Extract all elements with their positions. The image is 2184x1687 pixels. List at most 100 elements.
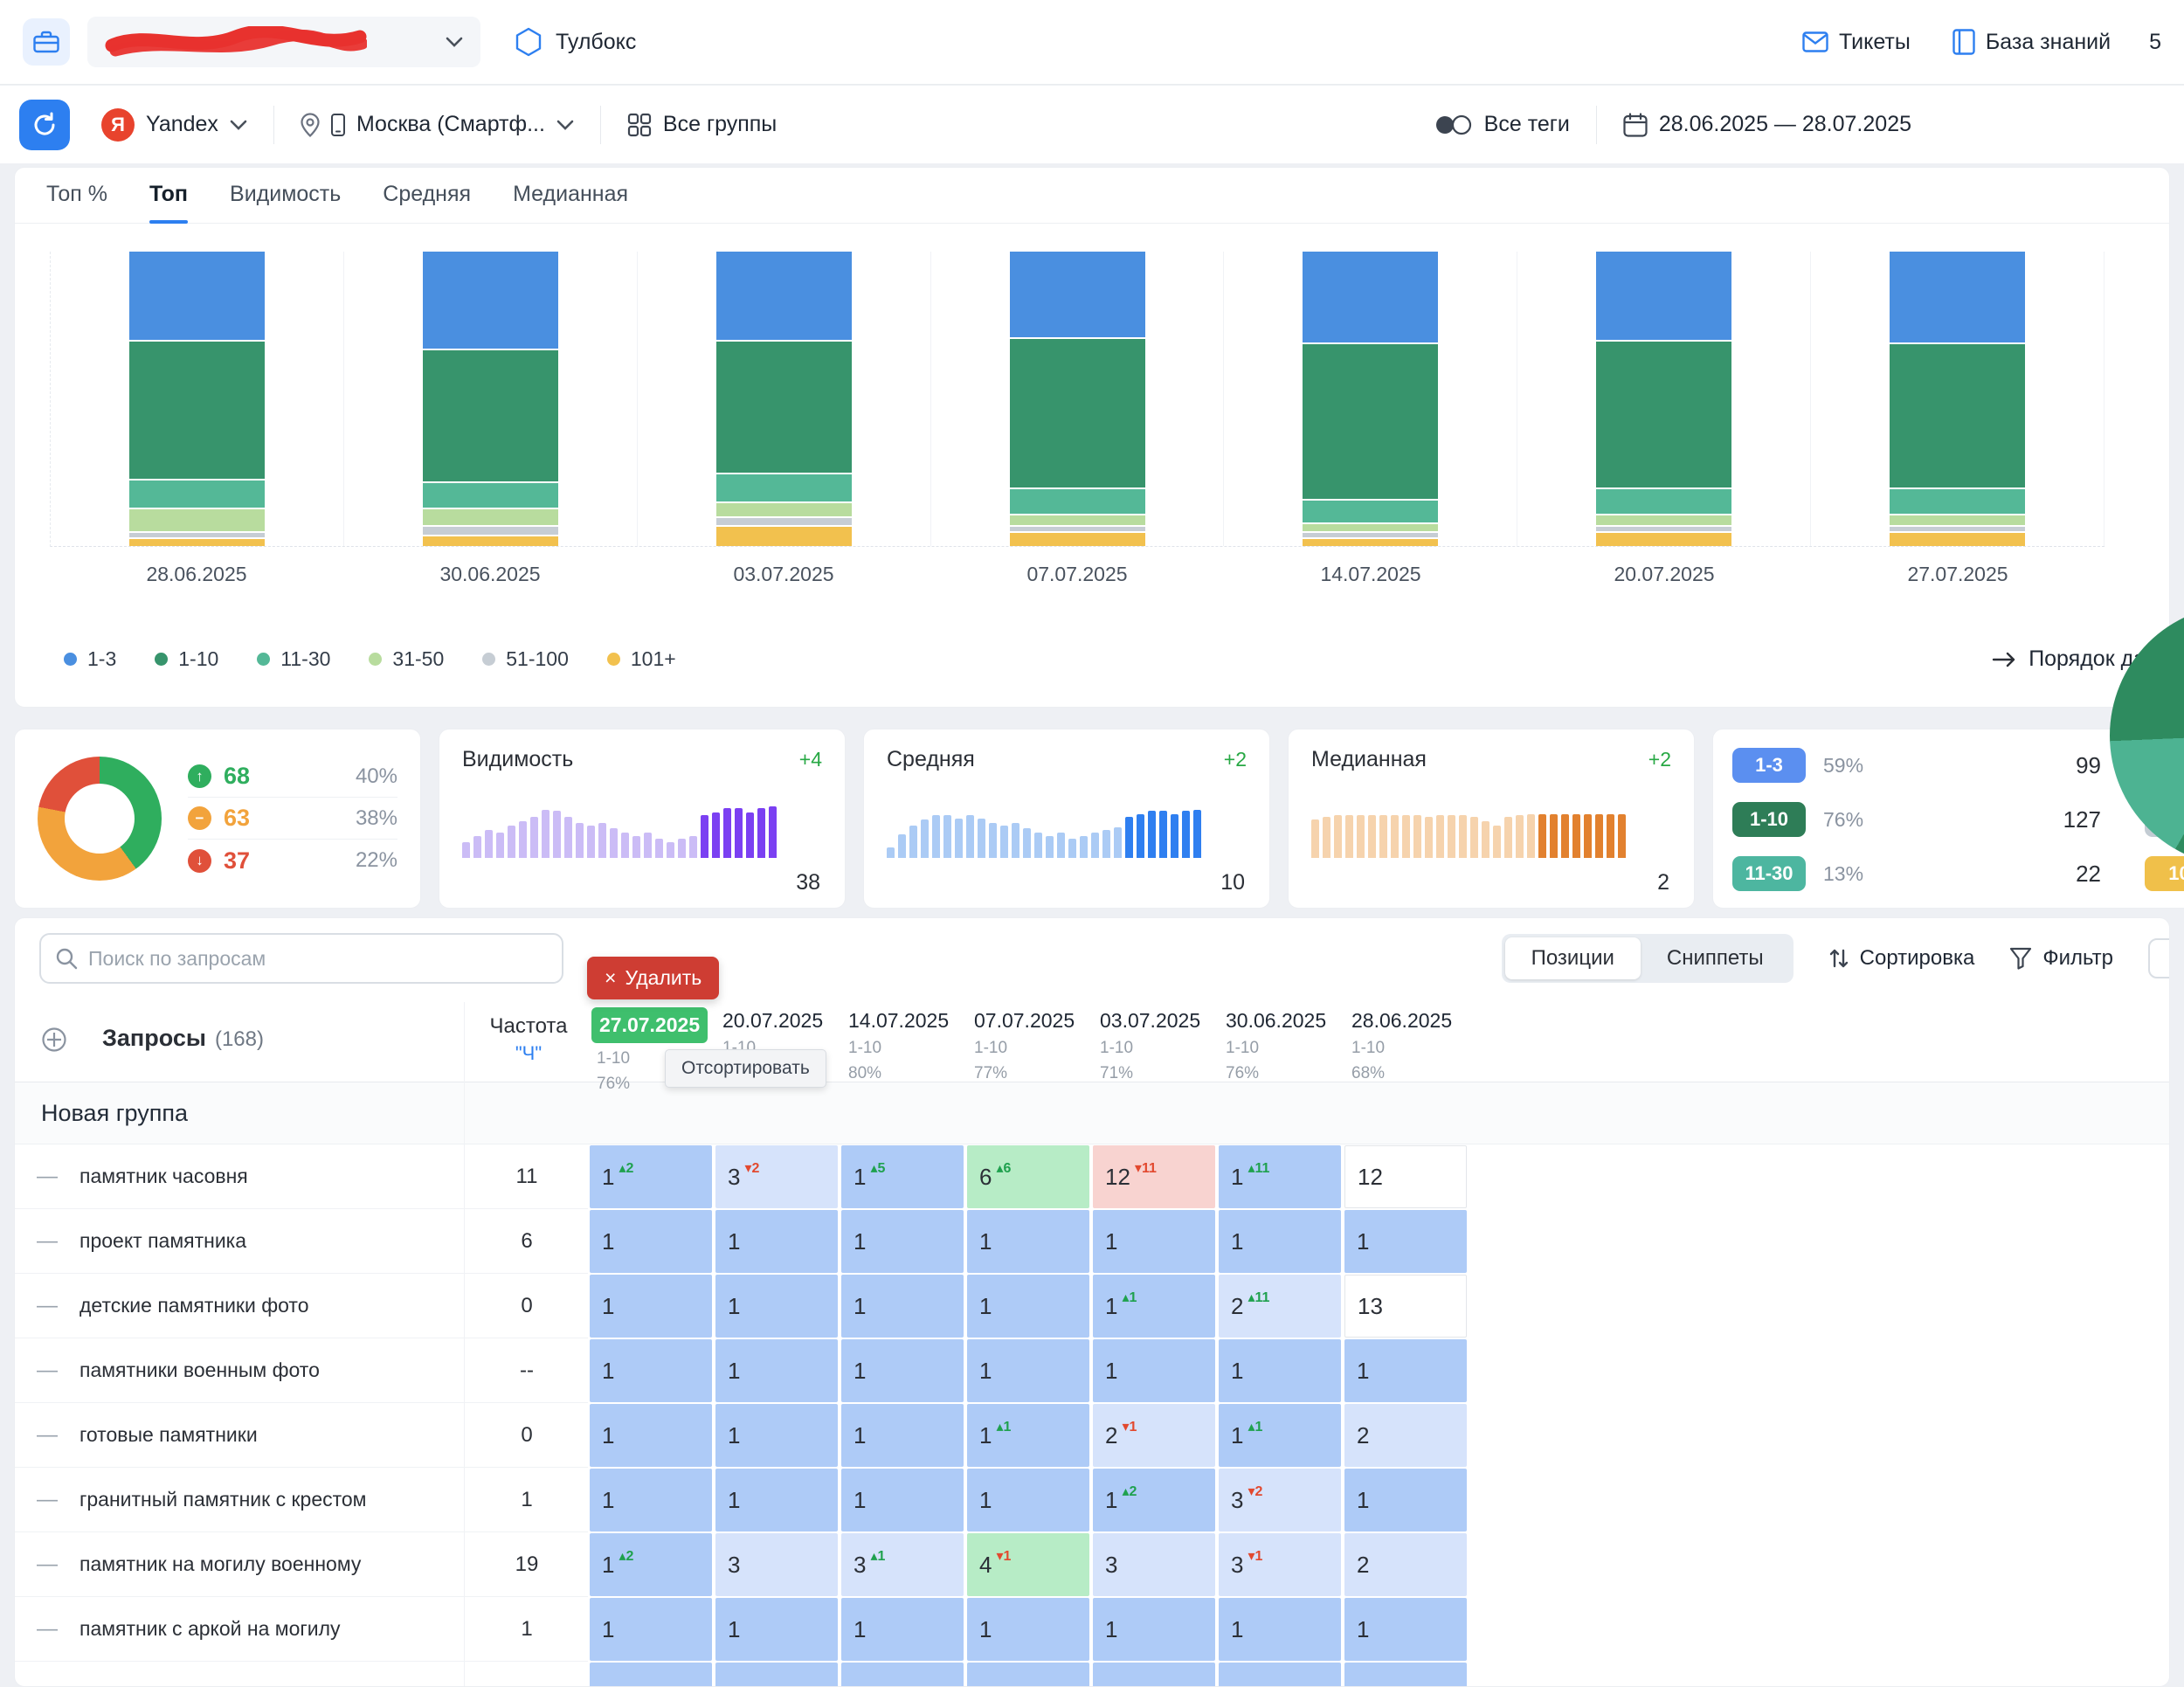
row-drag-handle[interactable]: — [15, 1597, 79, 1662]
row-drag-handle[interactable]: — [15, 1274, 79, 1338]
position-cell[interactable]: 1 [714, 1274, 840, 1338]
position-cell[interactable]: 1 [1217, 1597, 1343, 1662]
position-cell[interactable]: 12 ▾11 [1091, 1144, 1217, 1209]
project-select[interactable] [87, 17, 480, 67]
position-cell[interactable]: 2 [1343, 1403, 1469, 1468]
position-cell[interactable]: 1 [840, 1274, 965, 1338]
tab-Видимость[interactable]: Видимость [230, 182, 341, 223]
search-engine-select[interactable]: Я Yandex [101, 107, 247, 142]
refresh-button[interactable] [19, 99, 70, 150]
position-cell[interactable]: 3 ▾1 [1217, 1532, 1343, 1597]
position-cell[interactable]: 1 [840, 1403, 965, 1468]
position-cell[interactable]: 1 ▴2 [588, 1532, 714, 1597]
position-cell[interactable]: 1 [965, 1209, 1091, 1274]
position-cell[interactable]: 3 [714, 1532, 840, 1597]
position-cell[interactable]: 1 ▴2 [588, 1144, 714, 1209]
row-drag-handle[interactable]: — [15, 1468, 79, 1532]
more-settings-button[interactable] [2148, 938, 2169, 978]
stacked-bar[interactable] [422, 252, 558, 547]
tickets-link[interactable]: Тикеты [1802, 30, 1911, 55]
position-cell[interactable]: 1 ▴1 [1091, 1274, 1217, 1338]
position-cell[interactable]: 1 [1343, 1597, 1469, 1662]
query-cell[interactable]: памятники военным фото [79, 1338, 466, 1403]
column-date[interactable]: 20.07.2025 [722, 1009, 840, 1033]
tab-Медианная[interactable]: Медианная [513, 182, 628, 223]
row-drag-handle[interactable]: — [15, 1532, 79, 1597]
position-cell[interactable]: 1 [1343, 1209, 1469, 1274]
position-cell[interactable]: 1 [1217, 1662, 1343, 1686]
position-cell[interactable]: 1 ▴1 [965, 1403, 1091, 1468]
position-cell[interactable]: 1 [714, 1338, 840, 1403]
tab-Топ %[interactable]: Топ % [46, 182, 107, 223]
date-column-header[interactable]: 14.07.2025 1-10 80% [840, 999, 965, 1082]
position-cell[interactable]: 4 ▾1 [965, 1532, 1091, 1597]
toolbox-link[interactable]: Тулбокс [514, 27, 636, 57]
date-column-header[interactable]: 30.06.2025 1-10 76% [1217, 999, 1343, 1082]
position-cell[interactable]: 1 [714, 1468, 840, 1532]
position-cell[interactable]: 1 [714, 1403, 840, 1468]
position-cell[interactable]: 1 [588, 1274, 714, 1338]
position-cell[interactable]: 1 ▴11 [1217, 1144, 1343, 1209]
position-cell[interactable]: 1 [1343, 1338, 1469, 1403]
row-drag-handle[interactable]: — [15, 1403, 79, 1468]
date-column-header[interactable]: 03.07.2025 1-10 71% [1091, 999, 1217, 1082]
position-cell[interactable]: 1 [840, 1662, 965, 1686]
position-cell[interactable]: 1 [588, 1597, 714, 1662]
position-cell[interactable]: 1 [1217, 1209, 1343, 1274]
column-date[interactable]: 14.07.2025 [848, 1009, 965, 1033]
position-cell[interactable]: 1 [1343, 1468, 1469, 1532]
column-date[interactable]: 28.06.2025 [1351, 1009, 1469, 1033]
visibility-card[interactable]: Видимость +4 38 [439, 729, 846, 909]
query-cell[interactable]: готовые памятники [79, 1403, 466, 1468]
row-drag-handle[interactable] [15, 1662, 79, 1686]
position-cell[interactable]: 1 [588, 1209, 714, 1274]
position-cell[interactable]: 2 [1343, 1532, 1469, 1597]
position-cell[interactable]: 1 [965, 1468, 1091, 1532]
position-cell[interactable]: 1 [1091, 1338, 1217, 1403]
position-cell[interactable]: 6 ▴6 [965, 1144, 1091, 1209]
query-cell[interactable]: гранитный памятник с крестом [79, 1468, 466, 1532]
group-header[interactable]: Новая группа [15, 1082, 2169, 1144]
position-cell[interactable]: 1 [588, 1338, 714, 1403]
sort-button[interactable]: Сортировка [1828, 946, 1974, 971]
column-date[interactable]: 27.07.2025 [591, 1007, 708, 1043]
tab-Средняя[interactable]: Средняя [383, 182, 471, 223]
position-cell[interactable]: 3 ▴1 [840, 1532, 965, 1597]
position-cell[interactable]: 1 [1343, 1662, 1469, 1686]
region-select[interactable]: Москва (Смартф... [301, 112, 574, 137]
position-cell[interactable]: 1 [965, 1338, 1091, 1403]
search-input[interactable] [88, 946, 548, 971]
position-cell[interactable]: 1 [840, 1468, 965, 1532]
position-cell[interactable]: 1 ▴2 [1091, 1468, 1217, 1532]
stacked-bar[interactable] [128, 252, 265, 546]
position-cell[interactable]: 1 [714, 1597, 840, 1662]
average-card[interactable]: Средняя +2 10 [863, 729, 1270, 909]
position-cell[interactable]: 2 ▴11 [1217, 1274, 1343, 1338]
row-drag-handle[interactable]: — [15, 1209, 79, 1274]
stacked-bar[interactable] [1009, 252, 1145, 546]
groups-select[interactable]: Все группы [627, 112, 777, 137]
position-cell[interactable]: 1 ▴1 [1217, 1403, 1343, 1468]
range-row[interactable]: 11-3013%22-4 [1713, 847, 2184, 901]
stacked-bar[interactable] [1890, 252, 2026, 546]
knowledge-base-link[interactable]: База знаний [1952, 29, 2111, 55]
query-cell[interactable]: памятник часовня [79, 1144, 466, 1209]
position-cell[interactable]: 1 [588, 1662, 714, 1686]
position-cell[interactable]: 1 [965, 1274, 1091, 1338]
query-cell[interactable] [79, 1662, 466, 1686]
position-cell[interactable]: 1 [965, 1597, 1091, 1662]
tags-select[interactable]: Все теги [1434, 112, 1570, 137]
position-cell[interactable]: 1 [1217, 1338, 1343, 1403]
query-cell[interactable]: детские памятники фото [79, 1274, 466, 1338]
stacked-bar[interactable] [715, 252, 852, 546]
frequency-type-link[interactable]: "Ч" [469, 1042, 588, 1065]
position-cell[interactable]: 1 [588, 1403, 714, 1468]
position-cell[interactable]: 3 ▾2 [1217, 1468, 1343, 1532]
column-date[interactable]: 30.06.2025 [1226, 1009, 1343, 1033]
date-range-picker[interactable]: 28.06.2025 — 28.07.2025 [1623, 112, 1911, 137]
tab-Топ[interactable]: Топ [149, 182, 189, 224]
frequency-header[interactable]: Частота "Ч" [469, 1014, 588, 1065]
row-drag-handle[interactable]: — [15, 1144, 79, 1209]
position-cell[interactable]: 12 [1343, 1144, 1469, 1209]
position-cell[interactable]: 3 ▾2 [714, 1144, 840, 1209]
